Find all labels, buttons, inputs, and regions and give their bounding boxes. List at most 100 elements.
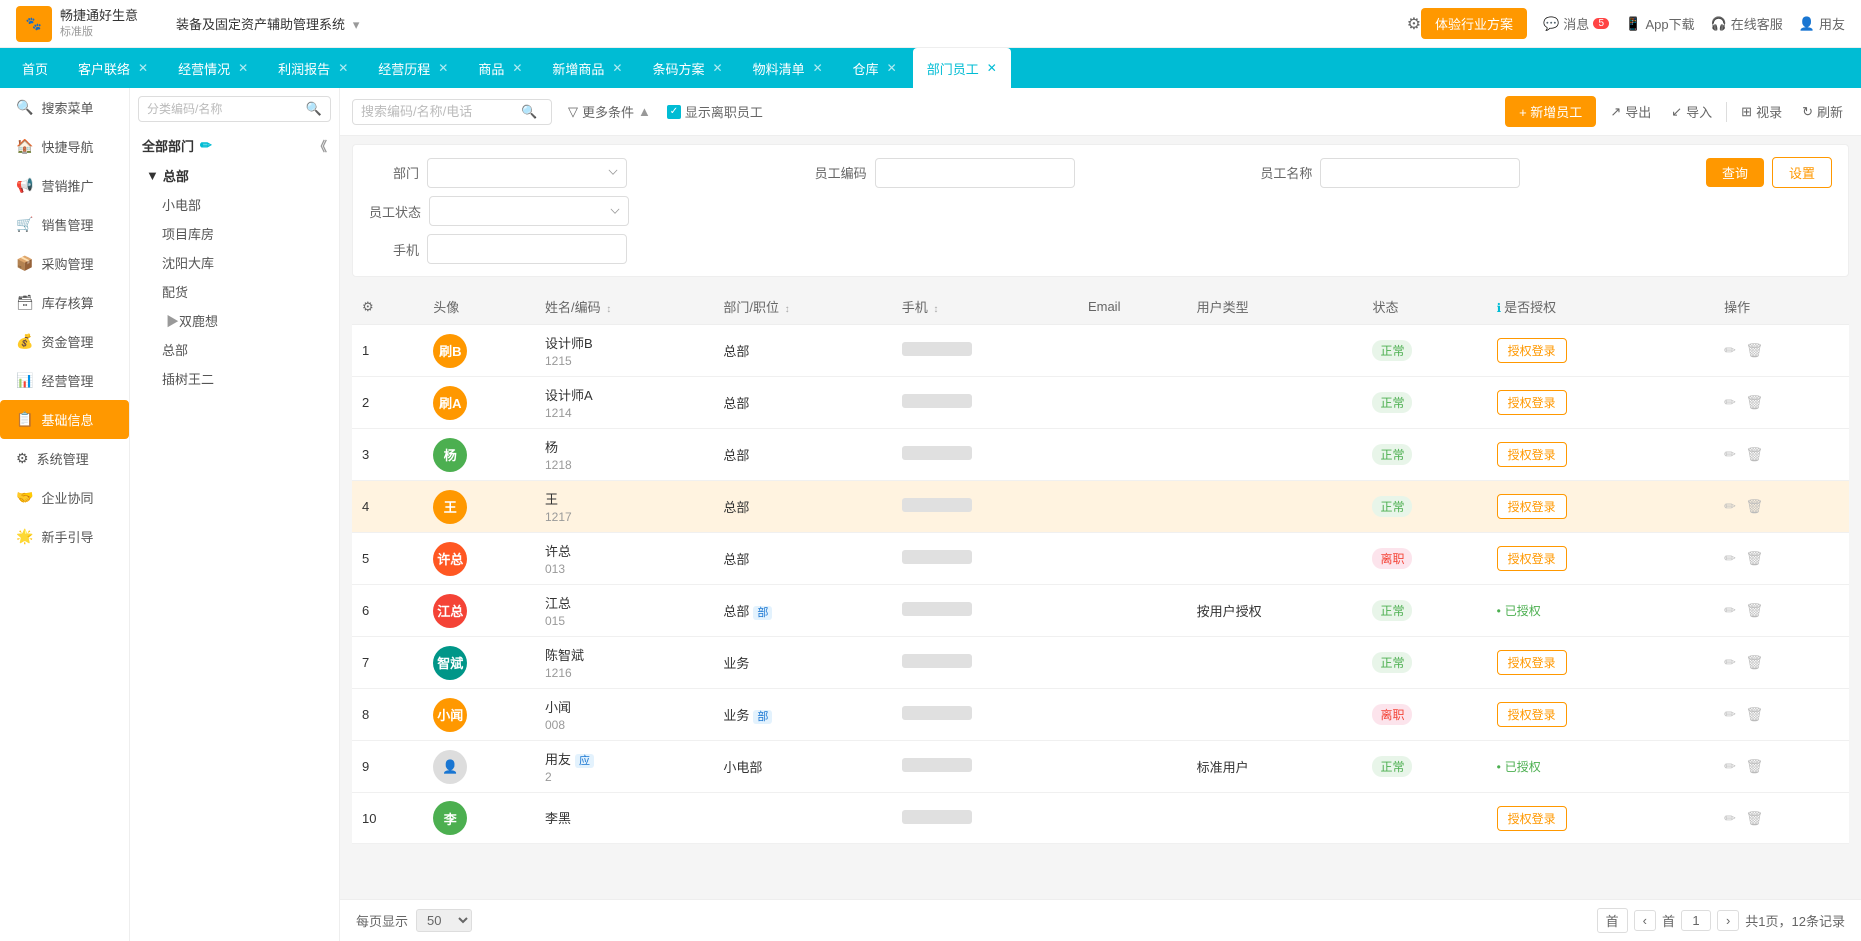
sidebar-item[interactable]: ⚙系统管理 [0, 439, 129, 478]
delete-row-icon[interactable]: 🗑 [1746, 706, 1764, 722]
tab-close-icon[interactable]: ✕ [612, 61, 622, 75]
sidebar-item[interactable]: 📊经营管理 [0, 361, 129, 400]
sidebar-item[interactable]: 🤝企业协同 [0, 478, 129, 517]
edit-row-icon[interactable]: ✏ [1724, 758, 1736, 774]
sidebar-item[interactable]: 📢营销推广 [0, 166, 129, 205]
nav-tab[interactable]: 经营历程✕ [364, 48, 462, 88]
edit-row-icon[interactable]: ✏ [1724, 342, 1736, 358]
edit-row-icon[interactable]: ✏ [1724, 706, 1736, 722]
search-icon[interactable]: 🔍 [306, 101, 322, 117]
sort-dept-icon[interactable]: ↕ [785, 304, 790, 315]
tab-close-icon[interactable]: ✕ [238, 61, 248, 75]
import-button[interactable]: ↙ 导入 [1665, 98, 1718, 125]
nav-tab[interactable]: 条码方案✕ [638, 48, 736, 88]
filter-search-button[interactable]: 查询 [1706, 158, 1764, 187]
tab-close-icon[interactable]: ✕ [813, 61, 823, 75]
auth-button[interactable]: 授权登录 [1497, 806, 1567, 831]
edit-row-icon[interactable]: ✏ [1724, 498, 1736, 514]
delete-row-icon[interactable]: 🗑 [1746, 446, 1764, 462]
sidebar-item[interactable]: 🌟新手引导 [0, 517, 129, 556]
refresh-button[interactable]: ↻ 刷新 [1796, 98, 1849, 125]
tab-close-icon[interactable]: ✕ [713, 61, 723, 75]
sidebar-item[interactable]: 📋基础信息 [0, 400, 129, 439]
delete-row-icon[interactable]: 🗑 [1746, 758, 1764, 774]
view-button[interactable]: ⊞ 视录 [1735, 98, 1788, 125]
edit-row-icon[interactable]: ✏ [1724, 394, 1736, 410]
sidebar-item[interactable]: 🏠快捷导航 [0, 127, 129, 166]
show-resigned-checkbox[interactable] [667, 105, 681, 119]
filter-set-button[interactable]: 设置 [1772, 157, 1832, 188]
sidebar-item[interactable]: 📦采购管理 [0, 244, 129, 283]
auth-button[interactable]: 授权登录 [1497, 494, 1567, 519]
edit-row-icon[interactable]: ✏ [1724, 654, 1736, 670]
next-page-button[interactable]: › [1717, 910, 1739, 931]
delete-row-icon[interactable]: 🗑 [1746, 550, 1764, 566]
sidebar-item[interactable]: 🔍搜索菜单 [0, 88, 129, 127]
col-name[interactable]: 姓名/编码 ↕ [535, 289, 713, 325]
col-settings[interactable]: ⚙ [352, 289, 423, 325]
auth-button[interactable]: 授权登录 [1497, 338, 1567, 363]
sort-icon[interactable]: ↕ [606, 304, 611, 315]
filter-dept-select[interactable] [427, 158, 627, 188]
sidebar-item[interactable]: 🗃库存核算 [0, 283, 129, 322]
filter-status-select[interactable] [429, 196, 629, 226]
auth-button[interactable]: 授权登录 [1497, 546, 1567, 571]
nav-tab[interactable]: 利润报告✕ [264, 48, 362, 88]
auth-button[interactable]: 授权登录 [1497, 390, 1567, 415]
tab-close-icon[interactable]: ✕ [987, 61, 997, 75]
dept-item[interactable]: 小电部 [138, 190, 331, 219]
nav-tab[interactable]: 部门员工✕ [913, 48, 1011, 88]
nav-tab[interactable]: 新增商品✕ [538, 48, 636, 88]
dropdown-arrow-icon[interactable]: ▾ [353, 17, 360, 32]
nav-tab[interactable]: 仓库✕ [839, 48, 911, 88]
dept-group[interactable]: ▼总部 [138, 161, 331, 190]
show-resigned-toggle[interactable]: 显示离职员工 [667, 102, 763, 121]
user-button[interactable]: 👤 用友 [1799, 14, 1845, 33]
delete-row-icon[interactable]: 🗑 [1746, 342, 1764, 358]
settings-icon[interactable]: ⚙ [362, 299, 374, 314]
delete-row-icon[interactable]: 🗑 [1746, 602, 1764, 618]
sidebar-item[interactable]: 💰资金管理 [0, 322, 129, 361]
auth-button[interactable]: 授权登录 [1497, 702, 1567, 727]
per-page-select[interactable]: 50 100 [416, 909, 472, 932]
gear-icon[interactable]: ⚙ [1407, 14, 1421, 34]
message-button[interactable]: 💬 消息 5 [1543, 14, 1609, 33]
tab-close-icon[interactable]: ✕ [512, 61, 522, 75]
col-dept[interactable]: 部门/职位 ↕ [713, 289, 891, 325]
nav-tab[interactable]: 首页 [8, 48, 62, 88]
add-employee-button[interactable]: + 新增员工 [1505, 96, 1596, 127]
first-page-button[interactable]: 首 [1597, 908, 1628, 933]
collapse-icon[interactable]: 《 [314, 136, 327, 155]
dept-search-input[interactable] [147, 102, 306, 116]
dept-item[interactable]: 插树王二 [138, 364, 331, 393]
filter-phone-input[interactable] [427, 234, 627, 264]
info-icon[interactable]: ℹ [1497, 301, 1502, 315]
col-phone[interactable]: 手机 ↕ [892, 289, 1078, 325]
nav-tab[interactable]: 客户联络✕ [64, 48, 162, 88]
nav-tab[interactable]: 商品✕ [464, 48, 536, 88]
tab-close-icon[interactable]: ✕ [438, 61, 448, 75]
tab-close-icon[interactable]: ✕ [138, 61, 148, 75]
nav-tab[interactable]: 物料清单✕ [739, 48, 837, 88]
filter-emp-name-input[interactable] [1320, 158, 1520, 188]
app-download-button[interactable]: 📱 App下载 [1625, 14, 1694, 33]
filter-emp-code-input[interactable] [875, 158, 1075, 188]
export-button[interactable]: ↗ 导出 [1604, 98, 1657, 125]
delete-row-icon[interactable]: 🗑 [1746, 654, 1764, 670]
nav-tab[interactable]: 经营情况✕ [164, 48, 262, 88]
edit-row-icon[interactable]: ✏ [1724, 810, 1736, 826]
auth-button[interactable]: 授权登录 [1497, 650, 1567, 675]
edit-icon[interactable]: ✏ [200, 137, 212, 154]
tab-close-icon[interactable]: ✕ [338, 61, 348, 75]
search-icon[interactable]: 🔍 [521, 104, 537, 120]
dept-item[interactable]: 项目库房 [138, 219, 331, 248]
edit-row-icon[interactable]: ✏ [1724, 446, 1736, 462]
dept-item[interactable]: 沈阳大库 [138, 248, 331, 277]
dept-item[interactable]: ▶双鹿想 [138, 306, 331, 335]
delete-row-icon[interactable]: 🗑 [1746, 498, 1764, 514]
sort-phone-icon[interactable]: ↕ [933, 304, 938, 315]
online-service-button[interactable]: 🎧 在线客服 [1711, 14, 1783, 33]
prev-page-button[interactable]: ‹ [1634, 910, 1656, 931]
edit-row-icon[interactable]: ✏ [1724, 602, 1736, 618]
dept-item[interactable]: 总部 [138, 335, 331, 364]
